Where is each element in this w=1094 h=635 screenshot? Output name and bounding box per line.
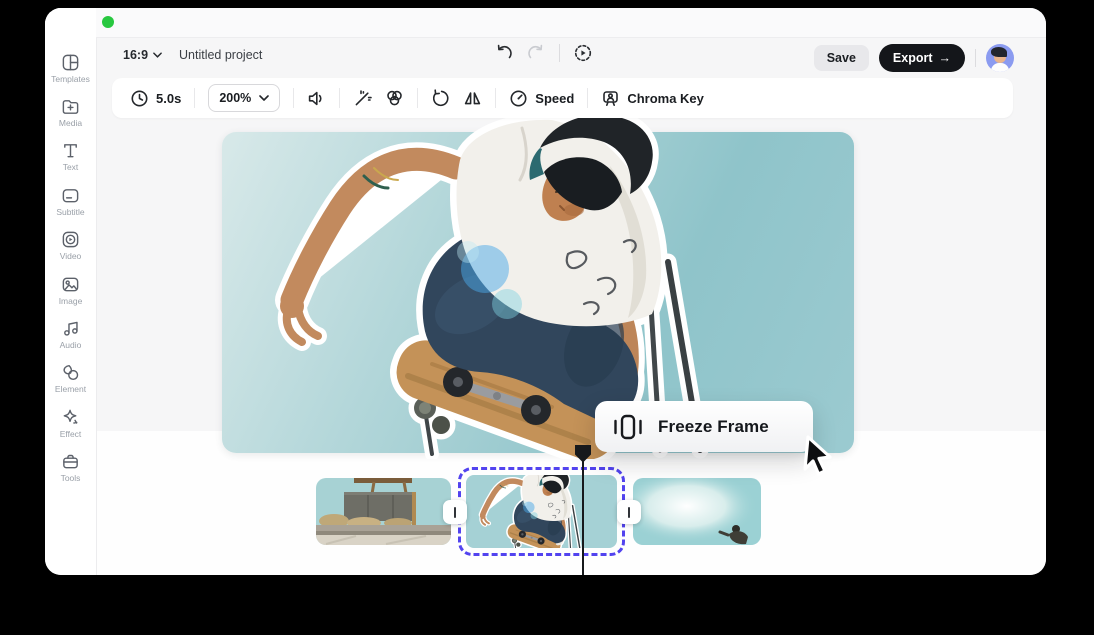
clip-3-thumbnail [633, 478, 761, 545]
sidebar-item-element[interactable]: Element [45, 357, 96, 401]
playhead-line[interactable] [582, 450, 584, 575]
project-title[interactable]: Untitled project [179, 48, 262, 62]
sidebar-item-video[interactable]: Video [45, 224, 96, 268]
aspect-ratio-value: 16:9 [123, 48, 149, 62]
text-icon [64, 144, 77, 158]
speed-label: Speed [535, 90, 575, 106]
tools-icon [63, 455, 78, 469]
sidebar-item-label: Element [54, 384, 87, 395]
chroma-key-icon [603, 90, 619, 106]
clock-icon [131, 90, 148, 106]
subtitle-icon [62, 188, 79, 203]
duration-control[interactable]: 5.0s [130, 89, 181, 108]
sidebar-item-label: Media [58, 118, 83, 129]
magic-wand-icon[interactable] [353, 89, 373, 108]
export-button[interactable]: Export → [878, 44, 965, 72]
element-icon [63, 365, 79, 381]
effect-icon [63, 409, 78, 424]
transition-bar-icon [628, 506, 630, 518]
chevron-down-icon [259, 95, 270, 101]
aspect-ratio-dropdown[interactable]: 16:9 [123, 48, 162, 62]
chroma-key-control[interactable]: Chroma Key [601, 89, 704, 108]
header: 16:9 Untitled project Save Export → [97, 38, 1046, 78]
clip-2-thumbnail [466, 475, 617, 548]
save-button[interactable]: Save [813, 45, 869, 71]
sidebar-item-label: Effect [59, 428, 82, 439]
sidebar-item-audio[interactable]: Audio [45, 312, 96, 356]
sidebar-item-subtitle[interactable]: Subtitle [45, 179, 96, 223]
speed-control[interactable]: Speed [509, 89, 574, 108]
clip-toolbar: 5.0s 200% Speed Chroma Key [112, 78, 1013, 118]
speed-gauge-icon [510, 90, 527, 106]
sidebar-item-label: Video [59, 251, 82, 262]
toolbar-divider [495, 88, 497, 108]
sidebar-item-label: Templates [51, 73, 90, 84]
zoom-level-value: 200% [219, 91, 252, 105]
timeline-clip-3[interactable] [633, 478, 761, 545]
timeline-clip-1[interactable] [316, 478, 451, 545]
transition-bar-icon [454, 506, 456, 518]
header-divider [975, 49, 976, 67]
sidebar-item-label: Subtitle [56, 206, 85, 217]
undo-icon[interactable] [495, 44, 513, 62]
redo-icon[interactable] [527, 44, 545, 62]
zoom-level-dropdown[interactable]: 200% [208, 84, 281, 112]
transition-handle-2[interactable] [617, 500, 641, 524]
sidebar-item-label: Audio [59, 340, 82, 351]
freeze-frame-button[interactable]: Freeze Frame [595, 401, 813, 452]
app-window: 16:9 Untitled project Save Export → Temp… [45, 8, 1046, 575]
media-icon [62, 100, 79, 114]
sidebar-item-image[interactable]: Image [45, 268, 96, 312]
audio-icon [64, 321, 78, 336]
transition-handle-1[interactable] [443, 500, 467, 524]
sidebar: Templates Media Text Subtitle Video Imag… [45, 8, 97, 575]
sidebar-item-text[interactable]: Text [45, 135, 96, 179]
video-icon [62, 231, 79, 248]
freeze-frame-label: Freeze Frame [658, 416, 769, 436]
toolbar-divider [293, 88, 295, 108]
user-avatar[interactable] [986, 44, 1014, 72]
image-icon [62, 277, 79, 292]
avatar-body [991, 63, 1009, 72]
sidebar-item-label: Image [58, 295, 83, 306]
toolbar-divider [587, 88, 589, 108]
timeline-clip-2-selected[interactable] [458, 467, 625, 556]
toolbar-divider [194, 88, 196, 108]
sidebar-item-label: Tools [60, 473, 81, 484]
preview-icon[interactable] [574, 44, 592, 62]
sidebar-item-media[interactable]: Media [45, 90, 96, 134]
color-filter-icon[interactable] [385, 89, 404, 108]
sidebar-item-effect[interactable]: Effect [45, 401, 96, 445]
volume-icon[interactable] [307, 89, 326, 108]
toolbar-divider [339, 88, 341, 108]
duration-value: 5.0s [156, 90, 182, 106]
sidebar-item-label: Text [62, 162, 79, 173]
clip-1-thumbnail [316, 478, 451, 545]
chevron-down-icon [153, 52, 162, 58]
chroma-key-label: Chroma Key [627, 90, 704, 106]
export-label: Export [892, 51, 933, 65]
sidebar-item-tools[interactable]: Tools [45, 446, 96, 490]
sidebar-item-templates[interactable]: Templates [45, 46, 96, 90]
rotate-icon[interactable] [431, 88, 450, 108]
mouse-cursor-icon [803, 435, 832, 476]
arrow-right-icon: → [938, 51, 952, 65]
toolbar-divider [417, 88, 419, 108]
avatar-hair [991, 47, 1007, 57]
playhead-marker[interactable] [575, 445, 591, 463]
freeze-frame-icon [614, 414, 642, 439]
templates-icon [62, 54, 79, 71]
flip-horizontal-icon[interactable] [463, 89, 482, 108]
zoom-window-button[interactable] [102, 16, 114, 28]
title-bar [45, 8, 1046, 38]
header-divider [559, 44, 560, 62]
